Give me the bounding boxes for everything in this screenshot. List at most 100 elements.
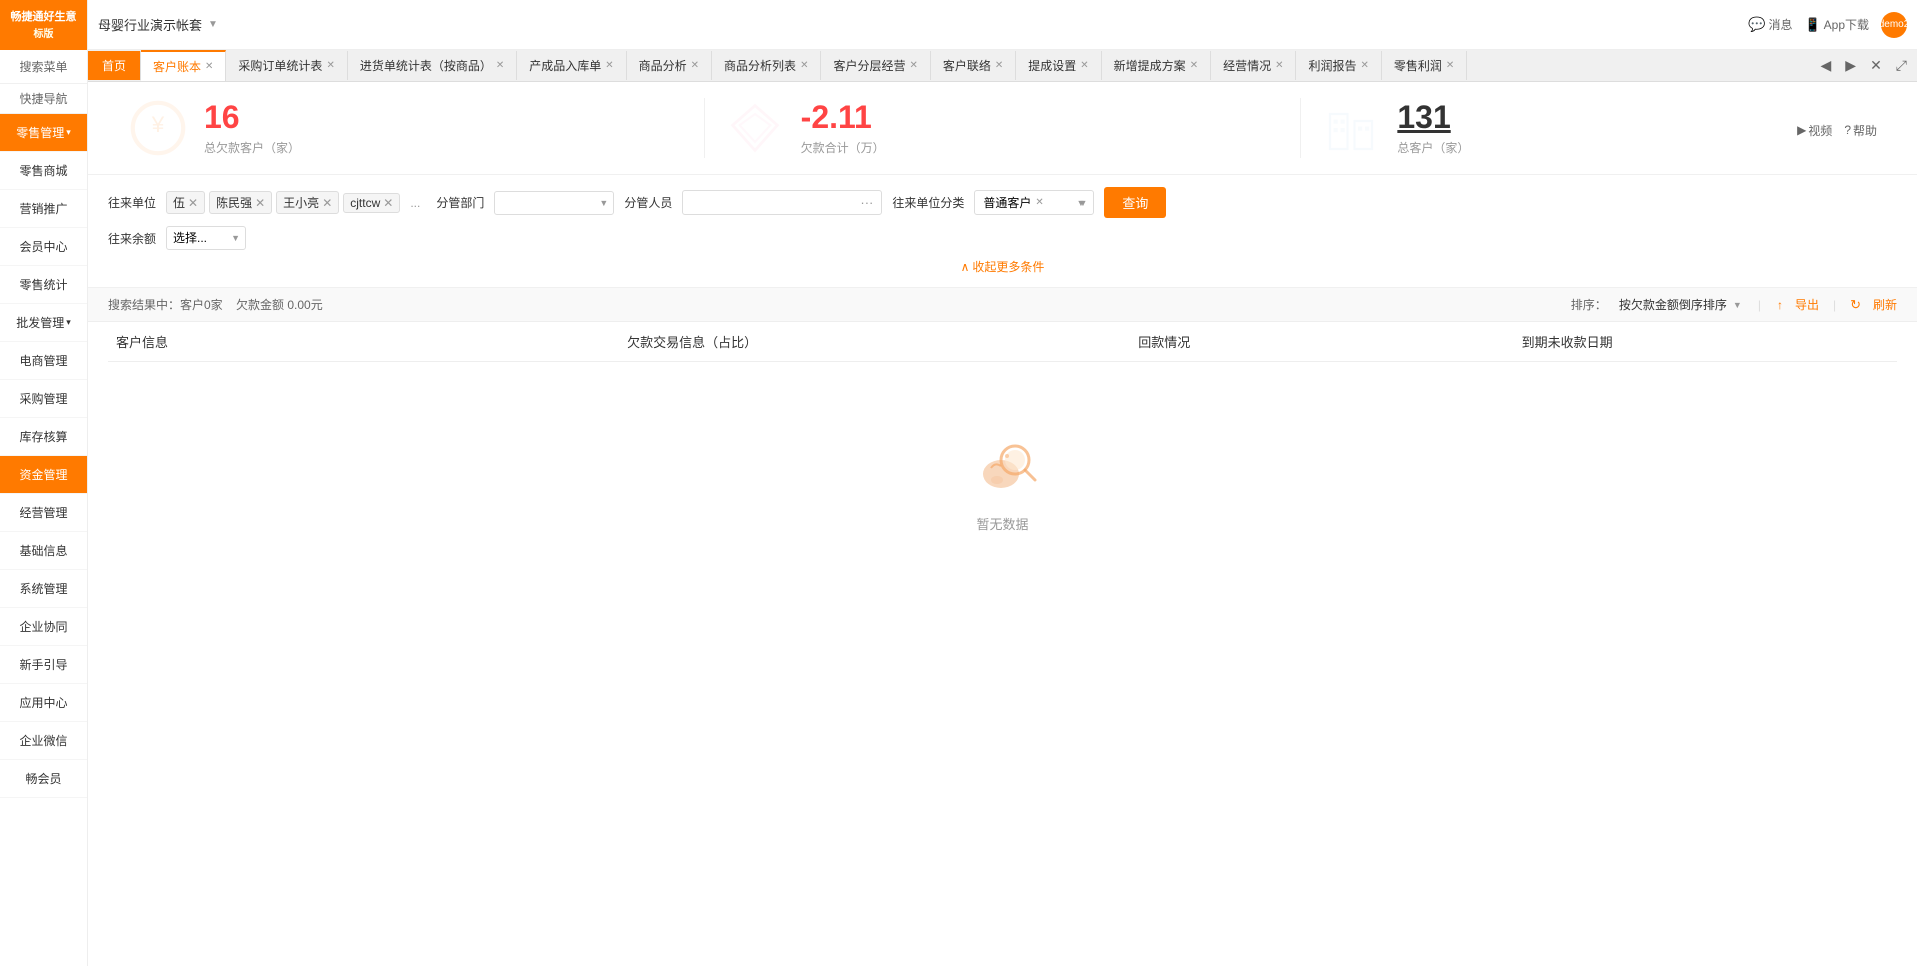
industry-selector[interactable]: 母婴行业演示帐套 ▼ (98, 15, 218, 34)
tab-close-all[interactable]: ✕ (1864, 55, 1888, 76)
sidebar-item-retail-mgmt[interactable]: 零售管理 ▾ (0, 114, 87, 152)
filter-person-input[interactable] (691, 196, 860, 210)
tab-product-analysis[interactable]: 商品分析 ✕ (627, 51, 712, 80)
tab-operation-status[interactable]: 经营情况 ✕ (1211, 51, 1296, 80)
stat-label-total: 欠款合计（万） (801, 139, 1281, 156)
sidebar-item-basic-info[interactable]: 基础信息 (0, 532, 87, 570)
filter-person-dots[interactable]: ··· (860, 195, 873, 210)
close-icon[interactable]: ✕ (1275, 60, 1283, 71)
avatar[interactable]: demo2 (1881, 12, 1907, 38)
close-icon[interactable]: ✕ (255, 196, 265, 210)
stat-info-customers: 131 总客户（家） (1397, 100, 1781, 156)
empty-text: 暂无数据 (976, 514, 1028, 533)
sort-select[interactable]: 按欠款金额倒序排序 (1619, 298, 1742, 312)
tab-purchase-stat-product[interactable]: 进货单统计表（按商品） ✕ (348, 51, 517, 80)
stat-value-total: -2.11 (801, 100, 1281, 135)
tab-customer-ledger[interactable]: 客户账本 ✕ (141, 50, 226, 81)
close-icon[interactable]: ✕ (496, 60, 504, 71)
sidebar-quick-nav[interactable]: 快捷导航 (0, 84, 87, 114)
filter-remainder-select[interactable]: 选择... (166, 226, 246, 250)
sidebar-item-purchase[interactable]: 采购管理 (0, 380, 87, 418)
logo-main: 畅捷通好生意 (11, 10, 77, 24)
video-link[interactable]: ▶ 视频 (1797, 122, 1832, 139)
diamond-icon (725, 98, 785, 158)
close-icon[interactable]: ✕ (1361, 60, 1369, 71)
tab-customer-contact[interactable]: 客户联络 ✕ (931, 51, 1016, 80)
filter-dept-label: 分管部门 (436, 194, 484, 211)
sidebar-item-retail-stat[interactable]: 零售统计 (0, 266, 87, 304)
stat-label-customers: 总客户（家） (1397, 139, 1781, 156)
sidebar-item-member2[interactable]: 畅会员 (0, 760, 87, 798)
sidebar-item-retail-mall[interactable]: 零售商城 (0, 152, 87, 190)
sidebar-search[interactable]: 搜索菜单 (0, 50, 87, 84)
stat-card-owing-customers: ¥ 16 总欠款客户（家） (108, 98, 705, 158)
tab-home[interactable]: 首页 (88, 51, 141, 80)
sidebar-item-newbie[interactable]: 新手引导 (0, 646, 87, 684)
filter-tag-chen[interactable]: 陈民强 ✕ (209, 191, 272, 214)
filter-category-label: 往来单位分类 (892, 194, 964, 211)
sidebar-item-operation[interactable]: 经营管理 (0, 494, 87, 532)
tab-customer-tier[interactable]: 客户分层经营 ✕ (821, 51, 930, 80)
sidebar-item-member[interactable]: 会员中心 (0, 228, 87, 266)
close-icon[interactable]: ✕ (1190, 60, 1198, 71)
tab-retail-profit[interactable]: 零售利润 ✕ (1382, 51, 1467, 80)
filter-tag-wang[interactable]: 王小亮 ✕ (276, 191, 339, 214)
filter-tag-cjttcw[interactable]: cjttcw ✕ (343, 193, 400, 213)
filter-tag-wu[interactable]: 伍 ✕ (166, 191, 205, 214)
filter-category-select-wrap: 普通客户 ✕ ▼ (974, 190, 1094, 215)
sidebar-item-enterprise[interactable]: 企业协同 (0, 608, 87, 646)
tab-add-commission[interactable]: 新增提成方案 ✕ (1102, 51, 1211, 80)
filter-tag-more[interactable]: ... (404, 194, 426, 212)
help-link[interactable]: ? 帮助 (1844, 122, 1877, 139)
chevron-down-icon: ▾ (66, 127, 71, 138)
sidebar-logo: 畅捷通好生意 标版 (0, 0, 87, 50)
chevron-down-icon[interactable]: ▼ (1076, 198, 1085, 208)
stat-label-owing: 总欠款客户（家） (204, 139, 684, 156)
sidebar-item-marketing[interactable]: 营销推广 (0, 190, 87, 228)
topbar: 母婴行业演示帐套 ▼ 💬 消息 📱 App下载 demo2 (88, 0, 1917, 50)
sidebar-item-wechat[interactable]: 企业微信 (0, 722, 87, 760)
close-icon[interactable]: ✕ (909, 60, 917, 71)
results-bar: 搜索结果中：客户0家 欠款金额 0.00元 排序： 按欠款金额倒序排序 | ↑ … (88, 288, 1917, 322)
tab-profit-report[interactable]: 利润报告 ✕ (1296, 51, 1381, 80)
table-wrap: 客户信息 欠款交易信息（占比） 回款情况 到期未收款日期 (88, 322, 1917, 613)
close-icon[interactable]: ✕ (1080, 60, 1088, 71)
col-payment: 回款情况 (1130, 332, 1513, 351)
filter-unit-tags: 伍 ✕ 陈民强 ✕ 王小亮 ✕ cjttcw ✕ ... (166, 191, 426, 214)
tab-scroll-right[interactable]: ▶ (1839, 55, 1862, 76)
close-icon[interactable]: ✕ (322, 196, 332, 210)
sidebar-item-app-center[interactable]: 应用中心 (0, 684, 87, 722)
tab-product-instock[interactable]: 产成品入库单 ✕ (517, 51, 626, 80)
logo-sub: 标版 (34, 25, 54, 40)
tab-maximize[interactable]: ⤢ (1890, 55, 1913, 76)
close-icon[interactable]: ✕ (691, 60, 699, 71)
sidebar-item-wholesale[interactable]: 批发管理 ▾ (0, 304, 87, 342)
query-button[interactable]: 查询 (1104, 187, 1166, 218)
tab-scroll-left[interactable]: ◀ (1815, 55, 1838, 76)
close-icon[interactable]: ✕ (205, 61, 213, 72)
close-icon[interactable]: ✕ (800, 60, 808, 71)
refresh-button[interactable]: 刷新 (1873, 296, 1897, 313)
filter-area: 往来单位 伍 ✕ 陈民强 ✕ 王小亮 ✕ cjttcw (88, 175, 1917, 288)
sidebar-item-system[interactable]: 系统管理 (0, 570, 87, 608)
tab-product-analysis-list[interactable]: 商品分析列表 ✕ (712, 51, 821, 80)
close-icon[interactable]: ✕ (188, 196, 198, 210)
close-icon[interactable]: ✕ (326, 60, 334, 71)
tab-commission-setting[interactable]: 提成设置 ✕ (1016, 51, 1101, 80)
close-icon[interactable]: ✕ (383, 196, 393, 210)
filter-dept-select[interactable] (494, 191, 614, 215)
app-download-btn[interactable]: 📱 App下载 (1804, 16, 1869, 33)
tab-purchase-order-stat[interactable]: 采购订单统计表 ✕ (226, 51, 347, 80)
export-button[interactable]: 导出 (1795, 296, 1819, 313)
message-btn[interactable]: 💬 消息 (1748, 16, 1792, 33)
sidebar-item-finance[interactable]: 资金管理 (0, 456, 87, 494)
close-icon[interactable]: ✕ (995, 60, 1003, 71)
tabbar: 首页 客户账本 ✕ 采购订单统计表 ✕ 进货单统计表（按商品） ✕ 产成品入库单… (88, 50, 1917, 82)
stats-row: ¥ 16 总欠款客户（家） -2.11 欠款合计（万 (88, 82, 1917, 175)
close-icon[interactable]: ✕ (1446, 60, 1454, 71)
collapse-button[interactable]: ∧ 收起更多条件 (961, 258, 1045, 275)
sidebar-item-inventory[interactable]: 库存核算 (0, 418, 87, 456)
sidebar-item-ecommerce[interactable]: 电商管理 (0, 342, 87, 380)
close-icon[interactable]: ✕ (605, 60, 613, 71)
close-icon[interactable]: ✕ (1035, 197, 1043, 208)
